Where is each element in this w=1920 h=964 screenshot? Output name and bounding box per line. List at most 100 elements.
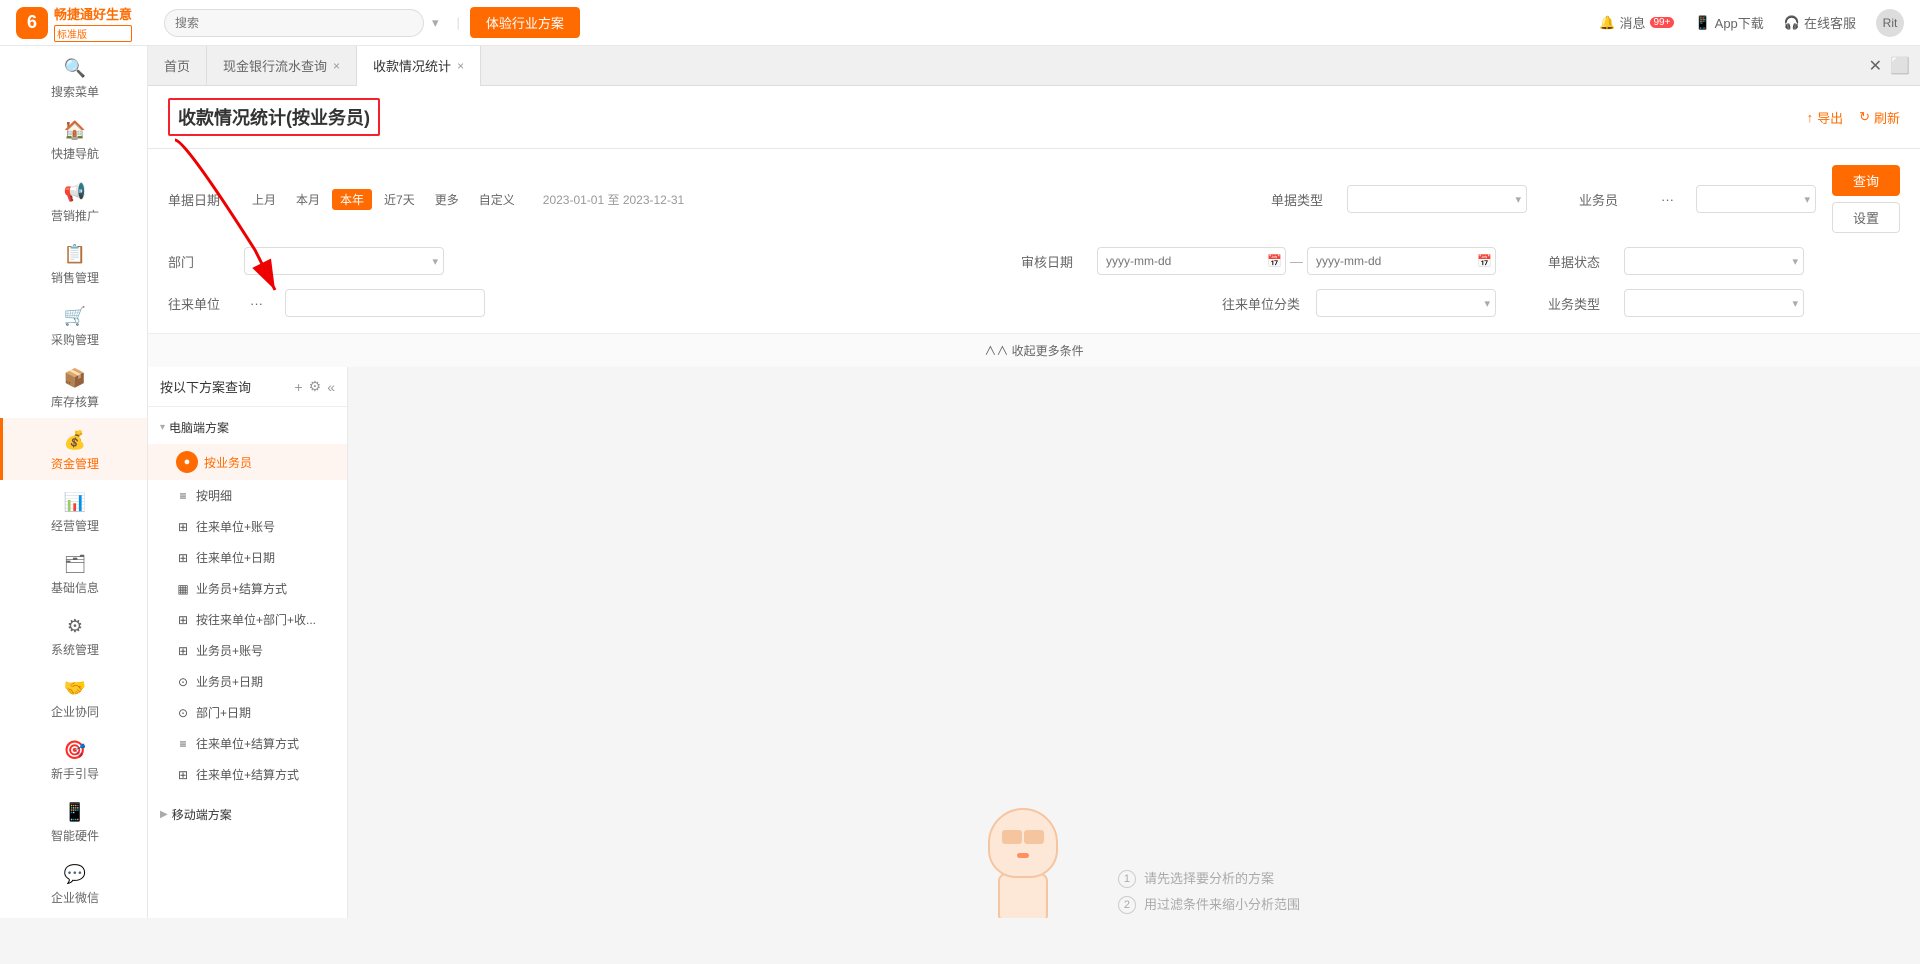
- export-icon: ↑: [1807, 110, 1814, 125]
- scheme-group-mobile-title[interactable]: ▶ 移动端方案: [148, 798, 347, 831]
- page-header: 收款情况统计(按业务员) ↑ 导出 ↻ 刷新: [148, 86, 1920, 149]
- scheme-item-customer-account[interactable]: ⊞ 往来单位+账号: [148, 511, 347, 542]
- user-avatar[interactable]: Rit: [1876, 9, 1904, 37]
- business-type-select[interactable]: [1624, 289, 1804, 317]
- sidebar-item-basic-info[interactable]: 🗂 基础信息: [0, 542, 147, 604]
- tab-bar: 首页 现金银行流水查询 × 收款情况统计 × ✕ ⬜: [148, 46, 1920, 86]
- date-tab-custom[interactable]: 自定义: [471, 189, 523, 210]
- header-search-input[interactable]: [164, 9, 424, 37]
- data-area: 1 请先选择要分析的方案 2 用过滤条件来缩小分析范围: [348, 367, 1920, 918]
- scheme-settings-btn[interactable]: ⚙: [309, 378, 322, 395]
- scheme-item-customer-settlement1[interactable]: ≡ 往来单位+结算方式: [148, 728, 347, 759]
- scheme-item-salesman-date[interactable]: ⊙ 业务员+日期: [148, 666, 347, 697]
- messages-btn[interactable]: 🔔 消息 99+: [1599, 13, 1674, 32]
- active-scheme-indicator: ●: [176, 451, 198, 473]
- sidebar-item-operations[interactable]: 📊 经营管理: [0, 480, 147, 542]
- date-tab-this-year[interactable]: 本年: [332, 189, 372, 210]
- bar-chart-icon: ▦: [176, 582, 190, 596]
- marketing-icon: 📢: [64, 182, 86, 203]
- trial-btn[interactable]: 体验行业方案: [470, 7, 580, 38]
- nav-dropdown-icon[interactable]: ▾: [432, 15, 439, 31]
- set-btn[interactable]: 设置: [1832, 202, 1900, 233]
- customer-category-select-wrapper: [1316, 289, 1496, 317]
- sidebar-item-finance[interactable]: 💰 资金管理: [0, 418, 147, 480]
- business-type-select-wrapper: [1624, 289, 1804, 317]
- scheme-item-salesman-settlement[interactable]: ▦ 业务员+结算方式: [148, 573, 347, 604]
- salesman-select[interactable]: [1696, 185, 1816, 213]
- dept-select-wrapper: [244, 247, 444, 275]
- sidebar-item-system[interactable]: ⚙ 系统管理: [0, 604, 147, 666]
- scheme-item-customer-dept-collect[interactable]: ⊞ 按往来单位+部门+收...: [148, 604, 347, 635]
- customer-more-btn[interactable]: ···: [244, 294, 269, 313]
- tab-maximize-btn[interactable]: ⬜: [1890, 56, 1910, 76]
- tab-collection-stats-close[interactable]: ×: [457, 60, 464, 72]
- tab-home[interactable]: 首页: [148, 46, 207, 86]
- bell-icon: 🔔: [1599, 15, 1615, 31]
- app-title: 畅捷通好生意: [54, 4, 132, 23]
- scheme-item-dept-date[interactable]: ⊙ 部门+日期: [148, 697, 347, 728]
- scheme-item-customer-settlement2[interactable]: ⊞ 往来单位+结算方式: [148, 759, 347, 790]
- voucher-type-select[interactable]: [1347, 185, 1527, 213]
- tab-bank-flow-close[interactable]: ×: [333, 60, 340, 72]
- corp-wechat-icon: 💬: [64, 864, 86, 885]
- customer-label: 往来单位: [168, 294, 228, 313]
- sidebar-item-purchase[interactable]: 🛒 采购管理: [0, 294, 147, 356]
- layout: 🔍 搜索菜单 🏠 快捷导航 📢 营销推广 📋 销售管理 🛒 采购管理 📦 库存核…: [0, 46, 1920, 918]
- sidebar-item-quick-nav[interactable]: 🏠 快捷导航: [0, 108, 147, 170]
- app-download-btn[interactable]: 📱 App下载: [1694, 13, 1763, 32]
- basic-info-icon: 🗂: [64, 554, 87, 575]
- sidebar-item-smart-hw[interactable]: 📱 智能硬件: [0, 790, 147, 852]
- list-icon-2: ≡: [176, 737, 190, 751]
- online-service-btn[interactable]: 🎧 在线客服: [1784, 13, 1856, 32]
- date-tab-7days[interactable]: 近7天: [376, 189, 423, 210]
- scheme-item-by-salesman[interactable]: ● 按业务员: [148, 444, 347, 480]
- scheme-item-by-detail[interactable]: ≡ 按明细: [148, 480, 347, 511]
- customer-input-area[interactable]: [285, 289, 485, 317]
- table-icon-2: ⊞: [176, 551, 190, 565]
- sidebar-item-sales[interactable]: 📋 销售管理: [0, 232, 147, 294]
- sidebar-item-corp-wechat[interactable]: 💬 企业微信: [0, 852, 147, 914]
- inventory-icon: 📦: [64, 368, 86, 389]
- customer-category-select[interactable]: [1316, 289, 1496, 317]
- messages-badge: 99+: [1650, 17, 1675, 28]
- tab-collection-stats[interactable]: 收款情况统计 ×: [357, 46, 481, 86]
- voucher-status-select-wrapper: [1624, 247, 1804, 275]
- sidebar-item-member[interactable]: V 畅会员: [0, 914, 147, 918]
- scheme-group-desktop-title[interactable]: ▾ 电脑端方案: [148, 411, 347, 444]
- tab-bank-flow[interactable]: 现金银行流水查询 ×: [207, 46, 357, 86]
- scheme-item-customer-date[interactable]: ⊞ 往来单位+日期: [148, 542, 347, 573]
- tab-close-all-btn[interactable]: ✕: [1869, 56, 1882, 76]
- scheme-item-salesman-account[interactable]: ⊞ 业务员+账号: [148, 635, 347, 666]
- scheme-add-btn[interactable]: +: [294, 379, 302, 395]
- salesman-more-btn[interactable]: ···: [1655, 190, 1680, 209]
- sidebar-item-guide[interactable]: 🎯 新手引导: [0, 728, 147, 790]
- sidebar-item-marketing[interactable]: 📢 营销推广: [0, 170, 147, 232]
- export-btn[interactable]: ↑ 导出: [1807, 108, 1844, 127]
- empty-state: 1 请先选择要分析的方案 2 用过滤条件来缩小分析范围: [968, 808, 1300, 918]
- sidebar-item-corp-collab[interactable]: 🤝 企业协同: [0, 666, 147, 728]
- scheme-header-actions: + ⚙ «: [294, 378, 335, 395]
- scheme-collapse-btn[interactable]: «: [327, 379, 335, 395]
- collapse-bar[interactable]: ∧∧ 收起更多条件: [148, 333, 1920, 367]
- voucher-status-select[interactable]: [1624, 247, 1804, 275]
- voucher-type-label: 单据类型: [1271, 190, 1331, 209]
- date-tab-this-month[interactable]: 本月: [288, 189, 328, 210]
- dept-select[interactable]: [244, 247, 444, 275]
- scheme-panel: 按以下方案查询 + ⚙ « ▾ 电脑端方案: [148, 367, 348, 918]
- empty-tips: 1 请先选择要分析的方案 2 用过滤条件来缩小分析范围: [1118, 866, 1300, 918]
- date-tab-last-month[interactable]: 上月: [244, 189, 284, 210]
- empty-tip-1: 1 请先选择要分析的方案: [1118, 866, 1300, 892]
- dept-label: 部门: [168, 252, 228, 271]
- date-tab-more[interactable]: 更多: [427, 189, 467, 210]
- review-date-start-input[interactable]: [1097, 247, 1286, 275]
- review-date-end-wrap: [1307, 247, 1496, 275]
- sidebar-item-search[interactable]: 🔍 搜索菜单: [0, 46, 147, 108]
- table-icon-4: ⊞: [176, 644, 190, 658]
- sidebar-item-inventory[interactable]: 📦 库存核算: [0, 356, 147, 418]
- query-btn[interactable]: 查询: [1832, 165, 1900, 196]
- scheme-header-label: 按以下方案查询: [160, 377, 251, 396]
- home-icon: 🏠: [64, 120, 86, 141]
- review-date-end-input[interactable]: [1307, 247, 1496, 275]
- date-tabs: 上月 本月 本年 近7天 更多 自定义: [244, 189, 523, 210]
- refresh-btn[interactable]: ↻ 刷新: [1859, 108, 1900, 127]
